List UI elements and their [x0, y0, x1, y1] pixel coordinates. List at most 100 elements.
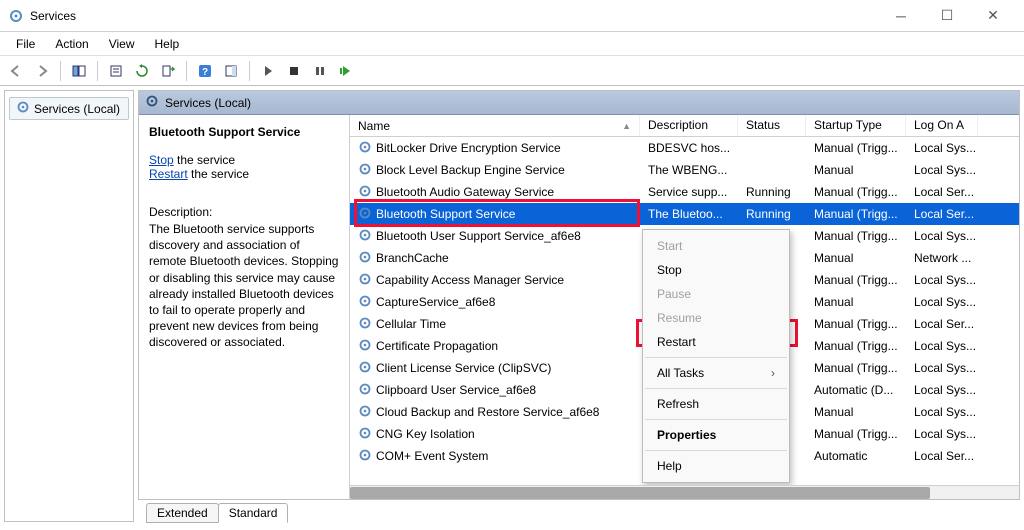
gear-icon [358, 316, 372, 333]
service-name: Bluetooth Audio Gateway Service [376, 185, 554, 199]
menu-file[interactable]: File [6, 33, 45, 55]
gear-icon [358, 228, 372, 245]
properties-button[interactable] [104, 59, 128, 83]
export-button[interactable] [156, 59, 180, 83]
tab-standard[interactable]: Standard [218, 503, 289, 523]
show-hide-tree-button[interactable] [67, 59, 91, 83]
horizontal-scrollbar[interactable] [350, 485, 1019, 499]
ctx-restart[interactable]: Restart [643, 330, 789, 354]
gear-icon [358, 426, 372, 443]
pause-icon[interactable] [308, 59, 332, 83]
service-desc: The WBENG... [640, 163, 738, 177]
description-label: Description: [149, 205, 339, 219]
service-logon: Local Sys... [906, 295, 978, 309]
service-name: Cloud Backup and Restore Service_af6e8 [376, 405, 599, 419]
column-name[interactable]: Name▲ [350, 115, 640, 136]
minimize-button[interactable]: ─ [878, 0, 924, 32]
gear-icon [358, 206, 372, 223]
back-button[interactable] [4, 59, 28, 83]
view-header-title: Services (Local) [165, 96, 251, 110]
service-startup: Manual [806, 405, 906, 419]
ctx-resume: Resume [643, 306, 789, 330]
service-logon: Local Sys... [906, 273, 978, 287]
service-row[interactable]: BitLocker Drive Encryption Service BDESVC… [350, 137, 1019, 159]
service-name: CNG Key Isolation [376, 427, 475, 441]
service-startup: Manual (Trigg... [806, 185, 906, 199]
service-startup: Manual (Trigg... [806, 273, 906, 287]
service-name: Client License Service (ClipSVC) [376, 361, 551, 375]
restart-service-line: Restart the service [149, 167, 339, 181]
menu-help[interactable]: Help [145, 33, 190, 55]
restart-link[interactable]: Restart [149, 167, 188, 181]
ctx-refresh[interactable]: Refresh [643, 392, 789, 416]
tab-extended[interactable]: Extended [146, 503, 219, 523]
content-area: Services (Local) Services (Local) Blueto… [0, 86, 1024, 526]
ctx-stop[interactable]: Stop [643, 258, 789, 282]
gear-icon [358, 272, 372, 289]
column-logon[interactable]: Log On A [906, 115, 978, 136]
service-name: Certificate Propagation [376, 339, 498, 353]
service-status: Running [738, 185, 806, 199]
service-startup: Manual [806, 295, 906, 309]
ctx-pause: Pause [643, 282, 789, 306]
service-name: Bluetooth User Support Service_af6e8 [376, 229, 581, 243]
service-startup: Automatic (D... [806, 383, 906, 397]
service-startup: Manual [806, 251, 906, 265]
service-row[interactable]: Bluetooth Support ServiceThe Bluetoo...R… [350, 203, 1019, 225]
play-icon[interactable] [256, 59, 280, 83]
gear-icon [358, 162, 372, 179]
column-headers: Name▲ Description Status Startup Type Lo… [350, 115, 1019, 137]
scrollbar-thumb[interactable] [350, 487, 930, 499]
help-button[interactable]: ? [193, 59, 217, 83]
column-status[interactable]: Status [738, 115, 806, 136]
chevron-right-icon: › [771, 366, 775, 380]
menu-action[interactable]: Action [45, 33, 98, 55]
service-logon: Local Ser... [906, 449, 978, 463]
right-pane: Services (Local) Bluetooth Support Servi… [138, 90, 1020, 522]
service-startup: Manual (Trigg... [806, 339, 906, 353]
maximize-button[interactable]: ☐ [924, 0, 970, 32]
ctx-start: Start [643, 234, 789, 258]
service-startup: Manual (Trigg... [806, 229, 906, 243]
tree-root-item[interactable]: Services (Local) [9, 97, 129, 120]
view-tabs: Extended Standard [138, 500, 1020, 522]
ctx-all-tasks[interactable]: All Tasks› [643, 361, 789, 385]
column-description[interactable]: Description [640, 115, 738, 136]
service-logon: Local Sys... [906, 405, 978, 419]
service-logon: Local Ser... [906, 185, 978, 199]
service-startup: Manual (Trigg... [806, 207, 906, 221]
action-pane-button[interactable] [219, 59, 243, 83]
stop-link[interactable]: Stop [149, 153, 174, 167]
gear-icon [358, 250, 372, 267]
gear-icon [358, 448, 372, 465]
service-row[interactable]: Bluetooth Audio Gateway ServiceService s… [350, 181, 1019, 203]
service-rows: BitLocker Drive Encryption Service BDESVC… [350, 137, 1019, 485]
menu-view[interactable]: View [99, 33, 145, 55]
description-text: The Bluetooth service supports discovery… [149, 221, 339, 351]
ctx-help[interactable]: Help [643, 454, 789, 478]
service-name: Bluetooth Support Service [376, 207, 515, 221]
column-startup[interactable]: Startup Type [806, 115, 906, 136]
service-row[interactable]: Block Level Backup Engine ServiceThe WBE… [350, 159, 1019, 181]
gear-icon [16, 100, 30, 117]
service-desc: BDESVC hos... [640, 141, 738, 155]
ctx-properties[interactable]: Properties [643, 423, 789, 447]
service-status: Running [738, 207, 806, 221]
tree-root-label: Services (Local) [34, 102, 120, 116]
forward-button[interactable] [30, 59, 54, 83]
restart-icon[interactable] [334, 59, 358, 83]
service-logon: Local Sys... [906, 339, 978, 353]
stop-icon[interactable] [282, 59, 306, 83]
close-button[interactable]: ✕ [970, 0, 1016, 32]
gear-icon [358, 184, 372, 201]
service-startup: Manual (Trigg... [806, 361, 906, 375]
title-bar: Services ─ ☐ ✕ [0, 0, 1024, 32]
refresh-button[interactable] [130, 59, 154, 83]
gear-icon [358, 360, 372, 377]
service-name: Clipboard User Service_af6e8 [376, 383, 536, 397]
service-logon: Local Sys... [906, 163, 978, 177]
service-name: CaptureService_af6e8 [376, 295, 495, 309]
gear-icon [358, 140, 372, 157]
service-name: BitLocker Drive Encryption Service [376, 141, 561, 155]
service-logon: Local Ser... [906, 317, 978, 331]
